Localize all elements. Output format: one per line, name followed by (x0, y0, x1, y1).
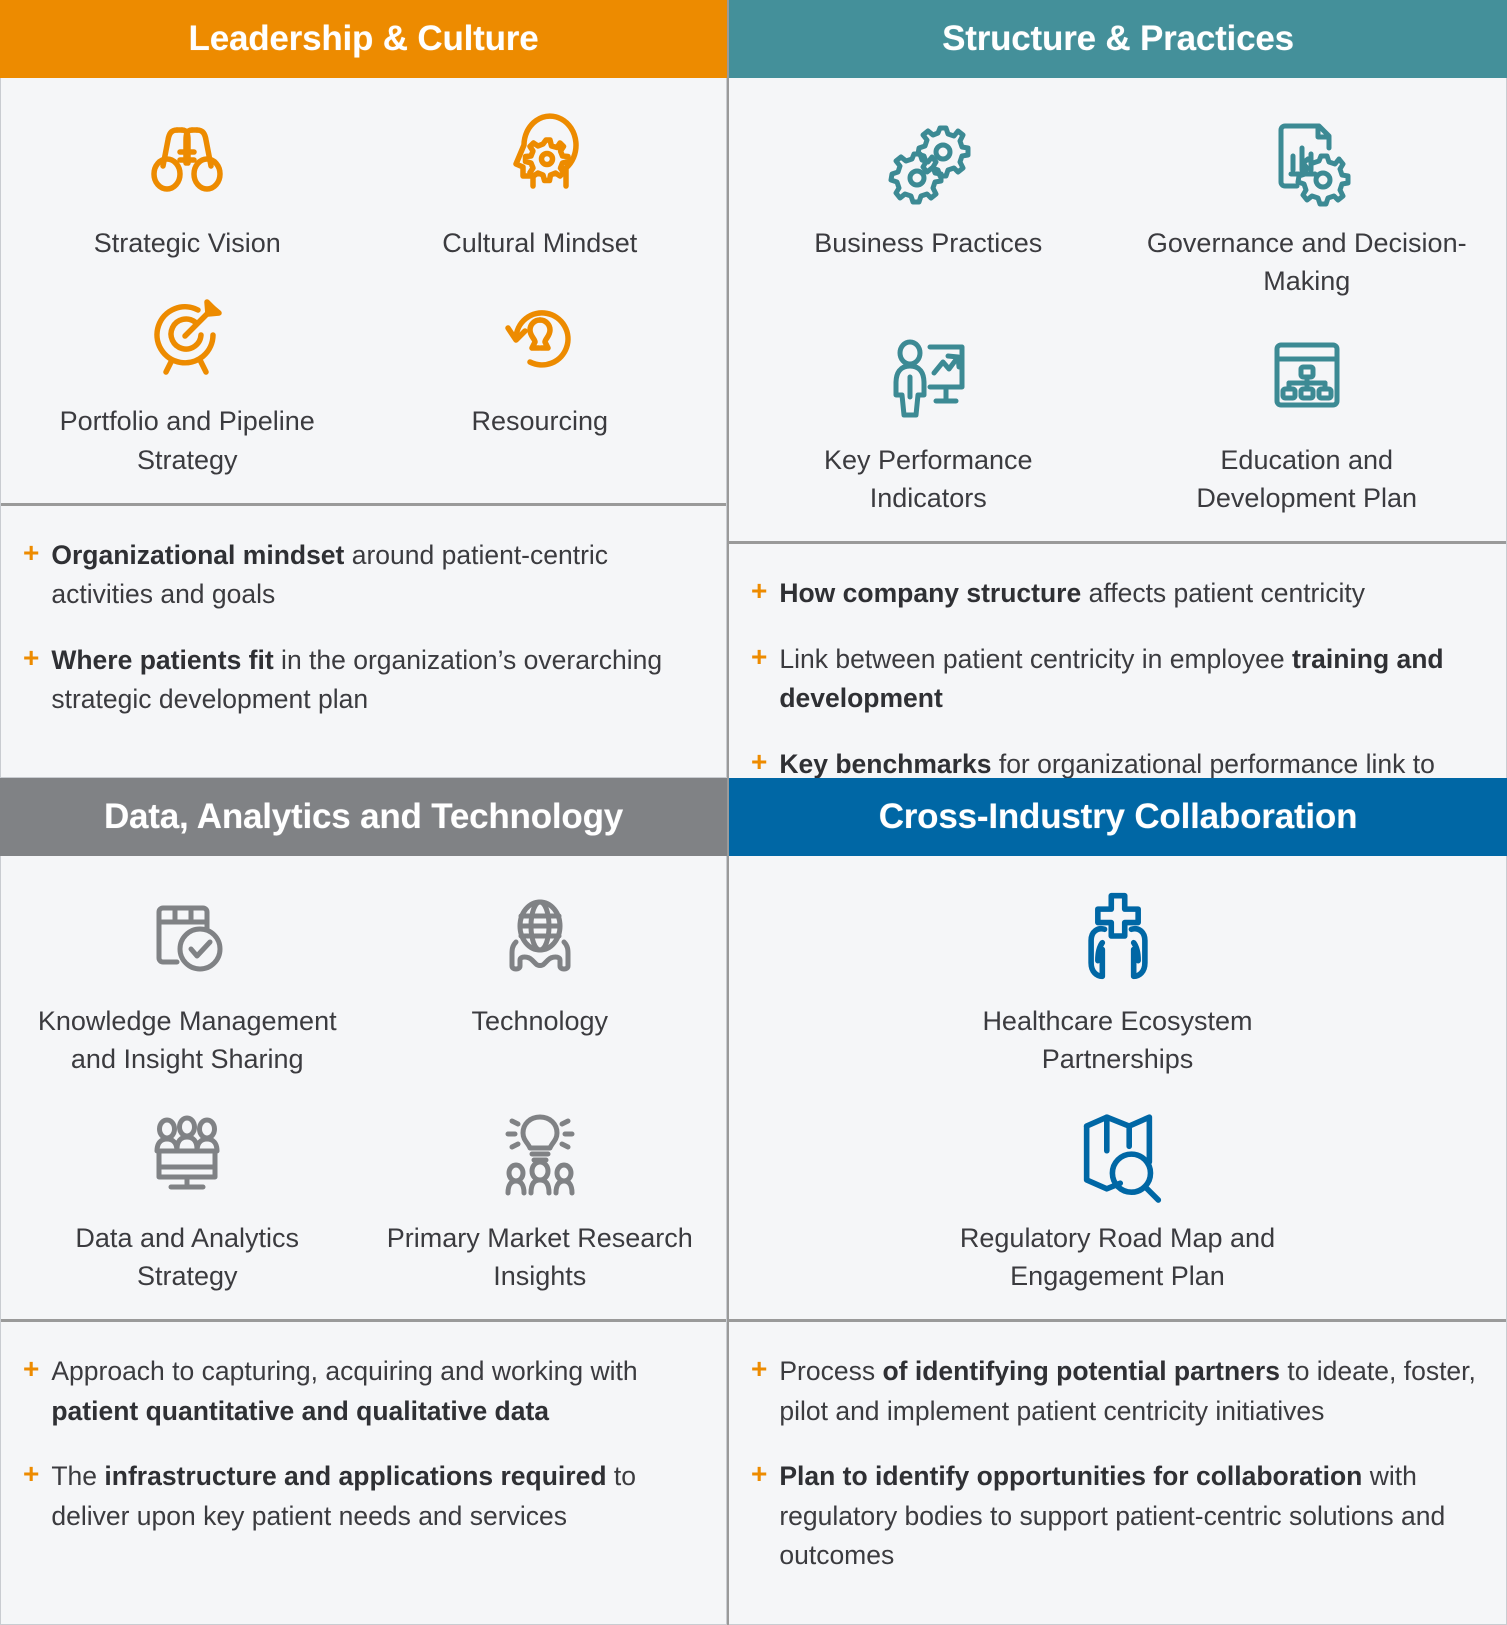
quadrant-title: Cross-Industry Collaboration (878, 797, 1358, 836)
bullet-text: Plan to identify opportunities for colla… (779, 1461, 1446, 1571)
icon-label: Cultural Mindset (442, 228, 638, 258)
icon-cell-portfolio-pipeline-strategy[interactable]: Portfolio and Pipeline Strategy (11, 278, 364, 489)
icon-grid-structure-practices: Business Practices Governance and Decisi… (729, 78, 1506, 541)
bullet-text: Where patients fit in the organization’s… (51, 644, 663, 715)
plus-icon: + (751, 745, 768, 777)
icon-cell-resourcing[interactable]: Resourcing (364, 278, 717, 489)
plus-icon: + (751, 1458, 768, 1490)
bullet-item: + Approach to capturing, acquiring and w… (23, 1352, 698, 1431)
two-gears-icon (878, 104, 978, 212)
bullet-text: How company structure affects patient ce… (779, 578, 1366, 609)
icon-label: Healthcare Ecosystem Partnerships (982, 1006, 1253, 1075)
plus-icon: + (751, 640, 768, 672)
icon-cell-strategic-vision[interactable]: Strategic Vision (11, 100, 364, 272)
icon-label: Education and Development Plan (1196, 444, 1418, 513)
quadrant-title: Leadership & Culture (188, 19, 539, 58)
quadrant-title: Data, Analytics and Technology (103, 797, 624, 836)
people-monitor-icon (137, 1099, 237, 1207)
icon-cell-data-analytics-strategy[interactable]: Data and Analytics Strategy (11, 1095, 364, 1306)
icon-label: Technology (471, 1006, 609, 1036)
plus-icon: + (23, 1458, 40, 1490)
quadrant-title: Structure & Practices (942, 19, 1294, 58)
icon-cell-healthcare-ecosystem-partnerships[interactable]: Healthcare Ecosystem Partnerships (739, 878, 1496, 1089)
icon-label: Knowledge Management and Insight Sharing (37, 1006, 337, 1075)
quadrant-body: Business Practices Governance and Decisi… (729, 78, 1507, 778)
presenter-chart-icon (878, 321, 978, 429)
bullet-list-leadership-culture: + Organizational mindset around patient-… (1, 502, 726, 777)
plus-icon: + (751, 575, 768, 607)
target-arrow-icon (137, 282, 237, 390)
icon-cell-key-performance-indicators[interactable]: Key Performance Indicators (739, 317, 1118, 528)
icon-label: Strategic Vision (93, 228, 281, 258)
quadrant-cross-industry-collaboration: Cross-Industry Collaboration Healthcare (727, 778, 1507, 1625)
patient-centricity-framework: Leadership & Culture Strategic Vision Cu… (0, 0, 1507, 1625)
icon-cell-technology[interactable]: Technology (364, 878, 717, 1089)
bullet-list-cross-industry-collaboration: + Process of identifying potential partn… (729, 1319, 1506, 1624)
icon-cell-knowledge-management[interactable]: Knowledge Management and Insight Sharing (11, 878, 364, 1089)
person-refresh-icon (490, 282, 590, 390)
quadrant-leadership-culture: Leadership & Culture Strategic Vision Cu… (0, 0, 727, 778)
icon-grid-data-analytics-technology: Knowledge Management and Insight Sharing (1, 856, 726, 1319)
lightbulb-people-icon (490, 1099, 590, 1207)
binoculars-icon (137, 104, 237, 212)
hands-medical-cross-icon (1062, 882, 1174, 990)
bullet-text: Organizational mindset around patient-ce… (51, 539, 609, 610)
plus-icon: + (23, 1353, 40, 1385)
icon-grid-leadership-culture: Strategic Vision Cultural Mindset Portfo… (1, 78, 726, 503)
quadrant-header-cross-industry-collaboration: Cross-Industry Collaboration (729, 778, 1507, 856)
bullet-list-structure-practices: + How company structure affects patient … (729, 541, 1506, 778)
icon-cell-education-development-plan[interactable]: Education and Development Plan (1118, 317, 1497, 528)
icon-label: Regulatory Road Map and Engagement Plan (959, 1222, 1276, 1291)
icon-cell-governance-decision-making[interactable]: Governance and Decision-Making (1118, 100, 1497, 311)
icon-label: Governance and Decision-Making (1146, 228, 1467, 297)
icon-cell-business-practices[interactable]: Business Practices (739, 100, 1118, 311)
icon-label: Portfolio and Pipeline Strategy (59, 406, 315, 475)
quadrant-data-analytics-technology: Data, Analytics and Technology Knowledge… (0, 778, 727, 1625)
quadrant-body: Knowledge Management and Insight Sharing (0, 856, 727, 1625)
bullet-list-data-analytics-technology: + Approach to capturing, acquiring and w… (1, 1319, 726, 1624)
quadrant-body: Healthcare Ecosystem Partnerships Regula… (729, 856, 1507, 1625)
quadrant-header-data-analytics-technology: Data, Analytics and Technology (0, 778, 727, 856)
quadrant-body: Strategic Vision Cultural Mindset Portfo… (0, 78, 727, 778)
bullet-item: + Link between patient centricity in emp… (751, 640, 1478, 719)
plus-icon: + (23, 536, 40, 568)
bullet-text: Key benchmarks for organizational perfor… (779, 748, 1435, 778)
document-chart-gear-icon (1257, 104, 1357, 212)
bullet-item: + Where patients fit in the organization… (23, 641, 698, 720)
org-chart-window-icon (1257, 321, 1357, 429)
globe-network-icon (490, 882, 590, 990)
bullet-text: Link between patient centricity in emplo… (779, 643, 1444, 714)
bullet-item: + The infrastructure and applications re… (23, 1457, 698, 1536)
icon-label: Primary Market Research Insights (386, 1222, 693, 1291)
icon-cell-cultural-mindset[interactable]: Cultural Mindset (364, 100, 717, 272)
bullet-text: The infrastructure and applications requ… (51, 1461, 636, 1531)
plus-icon: + (23, 641, 40, 673)
icon-label: Business Practices (814, 228, 1043, 258)
head-gear-icon (490, 104, 590, 212)
plus-icon: + (751, 1353, 768, 1385)
icon-grid-cross-industry-collaboration: Healthcare Ecosystem Partnerships Regula… (729, 856, 1506, 1319)
folder-check-icon (137, 882, 237, 990)
map-magnifier-icon (1062, 1099, 1174, 1207)
bullet-item: + Key benchmarks for organizational perf… (751, 745, 1478, 778)
bullet-item: + How company structure affects patient … (751, 574, 1478, 613)
quadrant-header-leadership-culture: Leadership & Culture (0, 0, 727, 78)
bullet-item: + Process of identifying potential partn… (751, 1352, 1478, 1431)
quadrant-structure-practices: Structure & Practices Business Practices (727, 0, 1507, 778)
bullet-item: + Plan to identify opportunities for col… (751, 1457, 1478, 1575)
icon-label: Data and Analytics Strategy (75, 1222, 300, 1291)
icon-cell-primary-market-research[interactable]: Primary Market Research Insights (364, 1095, 717, 1306)
quadrant-header-structure-practices: Structure & Practices (729, 0, 1507, 78)
bullet-text: Approach to capturing, acquiring and wor… (51, 1356, 638, 1426)
icon-label: Key Performance Indicators (823, 444, 1033, 513)
bullet-text: Process of identifying potential partner… (779, 1356, 1476, 1426)
bullet-item: + Organizational mindset around patient-… (23, 536, 698, 615)
icon-cell-regulatory-road-map[interactable]: Regulatory Road Map and Engagement Plan (739, 1095, 1496, 1306)
icon-label: Resourcing (471, 406, 609, 437)
